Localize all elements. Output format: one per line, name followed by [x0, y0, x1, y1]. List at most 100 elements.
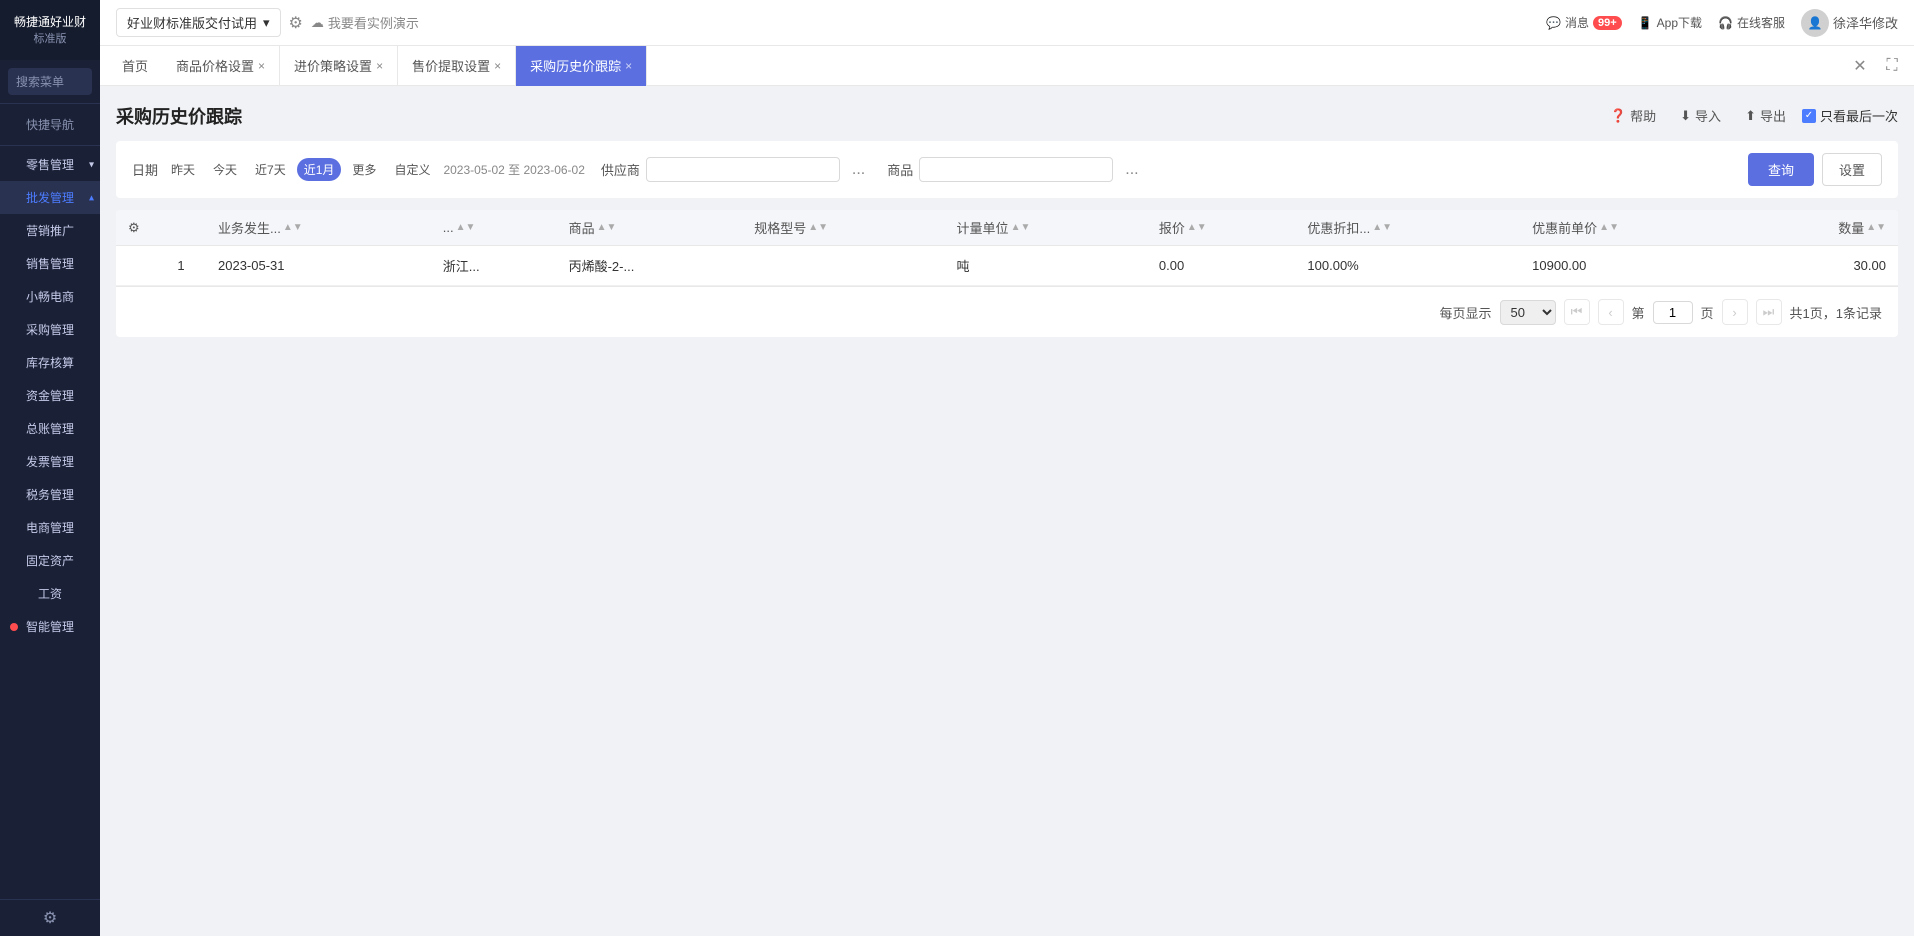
col-pre-discount-header[interactable]: 优惠前单价 ▲▼ [1520, 210, 1749, 246]
row-pre-discount-price: 10900.00 [1520, 246, 1749, 286]
col-quote-header[interactable]: 报价 ▲▼ [1147, 210, 1296, 246]
date-last7-btn[interactable]: 近7天 [248, 158, 293, 181]
sort-icon: ▲▼ [1187, 224, 1207, 232]
col-quantity-header[interactable]: 数量 ▲▼ [1749, 210, 1898, 246]
tab-home[interactable]: 首页 [108, 46, 162, 86]
row-goods: 丙烯酸-2-... [557, 246, 743, 286]
sidebar-menu: 零售管理 ▾ 批发管理 ▴ 营销推广 销售管理 小畅电商 采购管理 库存核算 资… [0, 146, 100, 645]
date-custom-btn[interactable]: 自定义 [387, 158, 437, 181]
date-today-btn[interactable]: 今天 [206, 158, 244, 181]
sidebar-item-finance[interactable]: 资金管理 [0, 379, 100, 412]
col-unit-header[interactable]: 计量单位 ▲▼ [945, 210, 1147, 246]
topbar-settings-icon[interactable]: ⚙ [289, 13, 303, 33]
filter-actions: 查询 设置 [1748, 153, 1882, 186]
tab-purchase-history[interactable]: 采购历史价跟踪 × [516, 46, 647, 86]
search-menu-button[interactable]: 搜索菜单 [8, 68, 92, 95]
next-page-button[interactable]: › [1722, 299, 1748, 325]
sort-icon: ▲▼ [1011, 224, 1031, 232]
only-last-checkbox-label[interactable]: 只看最后一次 [1802, 106, 1898, 125]
tab-close-icon[interactable]: × [494, 59, 501, 73]
supplier-input[interactable] [646, 157, 840, 182]
col-more-header[interactable]: ... ▲▼ [431, 210, 557, 246]
first-page-button[interactable]: ⏮ [1564, 299, 1590, 325]
tab-close-icon[interactable]: × [376, 59, 383, 73]
app-subtitle: 标准版 [34, 30, 67, 46]
app-download-button[interactable]: 📱 App下载 [1638, 14, 1702, 31]
per-page-select[interactable]: 20 50 100 [1500, 300, 1556, 325]
query-button[interactable]: 查询 [1748, 153, 1814, 186]
content-area: 采购历史价跟踪 ❓ 帮助 ⬇ 导入 ⬆ 导出 [100, 86, 1914, 936]
question-icon: ❓ [1610, 108, 1626, 124]
close-tab-button[interactable]: ✕ [1846, 52, 1874, 80]
tab-label: 售价提取设置 [412, 56, 490, 75]
demo-link[interactable]: ☁ 我要看实例演示 [311, 13, 419, 32]
messages-button[interactable]: 💬 消息 99+ [1546, 14, 1622, 31]
only-last-checkbox[interactable] [1802, 109, 1816, 123]
goods-more-btn[interactable]: ... [1119, 159, 1144, 181]
col-goods-header[interactable]: 商品 ▲▼ [557, 210, 743, 246]
row-supplier: 浙江... [431, 246, 557, 286]
row-unit: 吨 [945, 246, 1147, 286]
sort-icon: ▲▼ [1372, 224, 1392, 232]
col-spec-header[interactable]: 规格型号 ▲▼ [742, 210, 944, 246]
maximize-button[interactable]: ⛶ [1878, 52, 1906, 80]
user-menu[interactable]: 👤 徐泽华修改 [1801, 9, 1898, 37]
date-filter-group: 日期 昨天 今天 近7天 近1月 更多 自定义 2023-05-02 至 202… [132, 158, 585, 181]
topbar: 好业财标准版交付试用 ▾ ⚙ ☁ 我要看实例演示 💬 消息 99+ 📱 App下… [100, 0, 1914, 46]
table-row: 1 2023-05-31 浙江... 丙烯酸-2-... 吨 0.00 100.… [116, 246, 1898, 286]
tab-home-label: 首页 [122, 56, 148, 75]
last-page-button[interactable]: ⏭ [1756, 299, 1782, 325]
sidebar-item-inventory[interactable]: 库存核算 [0, 346, 100, 379]
tab-goods-price[interactable]: 商品价格设置 × [162, 46, 280, 86]
sort-icon: ▲▼ [1866, 224, 1886, 232]
settings-icon[interactable]: ⚙ [43, 908, 57, 928]
row-spec [742, 246, 944, 286]
sidebar-item-sales[interactable]: 销售管理 [0, 247, 100, 280]
date-more-btn[interactable]: 更多 [345, 158, 383, 181]
tab-close-icon[interactable]: × [625, 59, 632, 73]
page-number-input[interactable] [1653, 301, 1693, 324]
supplier-more-btn[interactable]: ... [846, 159, 871, 181]
filter-panel: 日期 昨天 今天 近7天 近1月 更多 自定义 2023-05-02 至 202… [116, 141, 1898, 198]
sidebar-item-retail[interactable]: 零售管理 ▾ [0, 148, 100, 181]
date-yesterday-btn[interactable]: 昨天 [164, 158, 202, 181]
export-button[interactable]: ⬆ 导出 [1737, 102, 1794, 129]
tab-purchase-strategy[interactable]: 进价策略设置 × [280, 46, 398, 86]
tab-sale-extract[interactable]: 售价提取设置 × [398, 46, 516, 86]
settings-button[interactable]: 设置 [1822, 153, 1882, 186]
col-discount-header[interactable]: 优惠折扣... ▲▼ [1295, 210, 1520, 246]
product-selector[interactable]: 好业财标准版交付试用 ▾ [116, 8, 281, 37]
sidebar-item-marketing[interactable]: 营销推广 [0, 214, 100, 247]
sidebar-item-label: 智能管理 [26, 618, 74, 635]
sidebar-item-salary[interactable]: 工资 [0, 577, 100, 610]
sidebar-bottom: ⚙ [0, 899, 100, 936]
sidebar-item-smart[interactable]: 智能管理 [0, 610, 100, 643]
goods-input[interactable] [919, 157, 1113, 182]
tab-close-icon[interactable]: × [258, 59, 265, 73]
online-service-button[interactable]: 🎧 在线客服 [1718, 14, 1785, 31]
sidebar-item-wholesale[interactable]: 批发管理 ▴ [0, 181, 100, 214]
messages-label: 消息 [1565, 14, 1589, 31]
col-settings-header[interactable]: ⚙ [116, 210, 156, 246]
cloud-icon: ☁ [311, 15, 324, 31]
col-business-date-header[interactable]: 业务发生... ▲▼ [206, 210, 431, 246]
sidebar-item-ecommerce-small[interactable]: 小畅电商 [0, 280, 100, 313]
import-button[interactable]: ⬇ 导入 [1672, 102, 1729, 129]
sidebar-item-label: 资金管理 [26, 387, 74, 404]
sidebar-item-ecommerce[interactable]: 电商管理 [0, 511, 100, 544]
app-download-label: App下载 [1657, 14, 1702, 31]
sidebar-item-invoice[interactable]: 发票管理 [0, 445, 100, 478]
page-actions: ❓ 帮助 ⬇ 导入 ⬆ 导出 只看最后一次 [1602, 102, 1898, 129]
date-options: 昨天 今天 近7天 近1月 更多 自定义 [164, 158, 437, 181]
app-title: 畅捷通好业财 [14, 14, 86, 31]
sidebar-item-ledger[interactable]: 总账管理 [0, 412, 100, 445]
sidebar-item-purchase[interactable]: 采购管理 [0, 313, 100, 346]
sidebar-item-fixed-assets[interactable]: 固定资产 [0, 544, 100, 577]
date-last1m-btn[interactable]: 近1月 [297, 158, 342, 181]
prev-page-button[interactable]: ‹ [1598, 299, 1624, 325]
export-icon: ⬆ [1745, 108, 1756, 124]
notification-dot [10, 623, 18, 631]
col-num-header [156, 210, 206, 246]
help-button[interactable]: ❓ 帮助 [1602, 102, 1664, 129]
sidebar-item-tax[interactable]: 税务管理 [0, 478, 100, 511]
